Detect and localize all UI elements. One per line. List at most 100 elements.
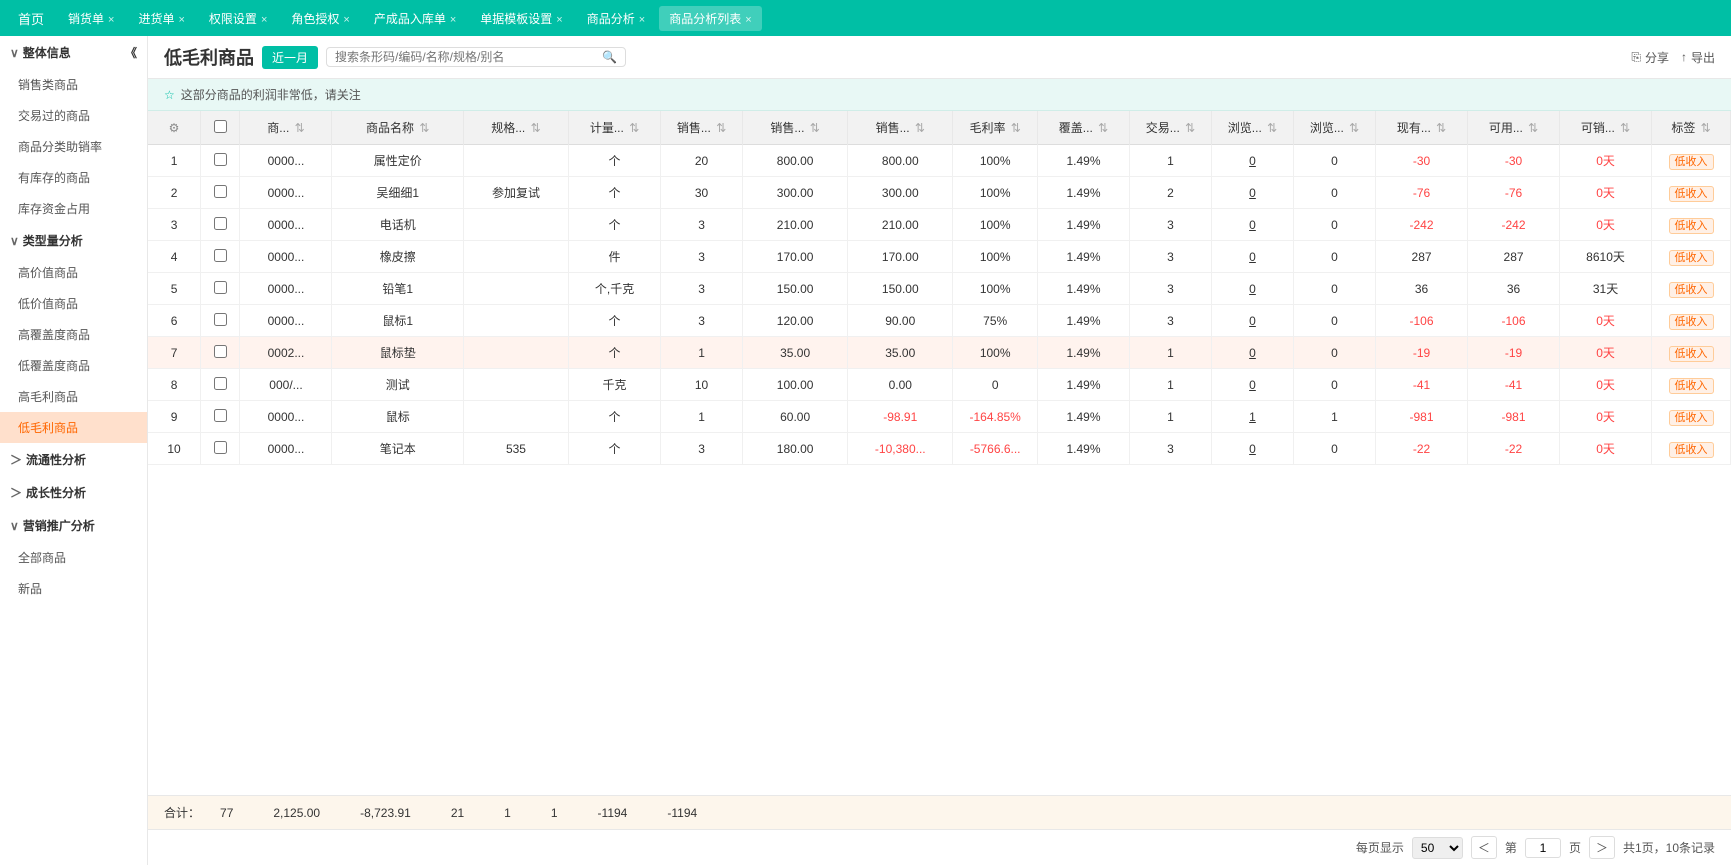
cell-stock-avail: -242 [1468,209,1560,241]
row-checkbox[interactable] [214,281,227,294]
close-permissions-icon[interactable]: × [261,14,267,26]
row-checkbox[interactable] [214,249,227,262]
share-button[interactable]: ⎘ 分享 [1631,49,1669,66]
th-stock-current[interactable]: 现有... ⇅ [1376,111,1468,145]
cell-checkbox[interactable] [201,401,240,433]
total-browse2: 1 [551,806,558,820]
cell-stock-current: -76 [1376,177,1468,209]
cell-checkbox[interactable] [201,145,240,177]
th-sales-amount[interactable]: 销售... ⇅ [848,111,953,145]
nav-product-inbound[interactable]: 产成品入库单× [364,6,466,31]
th-transactions[interactable]: 交易... ⇅ [1129,111,1211,145]
sidebar-item-low-value[interactable]: 低价值商品 [0,288,147,319]
th-sales-price[interactable]: 销售... ⇅ [743,111,848,145]
row-checkbox[interactable] [214,185,227,198]
cell-transactions: 3 [1129,305,1211,337]
cell-browse1: 0 [1212,209,1294,241]
sidebar-item-stocked-products[interactable]: 有库存的商品 [0,162,147,193]
page-input[interactable] [1525,838,1561,858]
sidebar-group-growth[interactable]: ＞ 成长性分析 [0,476,147,509]
row-checkbox[interactable] [214,217,227,230]
sidebar-item-high-value[interactable]: 高价值商品 [0,257,147,288]
cell-tag: 低收入 [1652,177,1731,209]
cell-checkbox[interactable] [201,241,240,273]
sidebar-item-high-coverage[interactable]: 高覆盖度商品 [0,319,147,350]
settings-icon[interactable]: ⚙ [169,121,180,135]
cell-checkbox[interactable] [201,337,240,369]
cell-spec [463,337,568,369]
sidebar-item-category-sales-rate[interactable]: 商品分类助销率 [0,131,147,162]
sidebar-item-new-products[interactable]: 新品 [0,573,147,604]
sidebar-item-low-coverage[interactable]: 低覆盖度商品 [0,350,147,381]
cell-browse2: 0 [1294,209,1376,241]
th-stock-avail[interactable]: 可用... ⇅ [1468,111,1560,145]
sidebar-item-traded-products[interactable]: 交易过的商品 [0,100,147,131]
row-checkbox[interactable] [214,441,227,454]
select-all-checkbox[interactable] [214,120,227,133]
close-analysis-icon[interactable]: × [639,14,645,26]
cell-browse1: 0 [1212,177,1294,209]
nav-analysis-list[interactable]: 商品分析列表× [659,6,761,31]
th-unit[interactable]: 计量... ⇅ [569,111,661,145]
th-margin-rate[interactable]: 毛利率 ⇅ [953,111,1038,145]
close-roles-icon[interactable]: × [343,14,349,26]
th-sales-qty[interactable]: 销售... ⇅ [661,111,743,145]
sidebar-item-all-products[interactable]: 全部商品 [0,542,147,573]
sidebar-item-sales-products[interactable]: 销售类商品 [0,69,147,100]
nav-analysis[interactable]: 商品分析× [577,6,655,31]
cell-checkbox[interactable] [201,209,240,241]
nav-purchase[interactable]: 进货单× [128,6,194,31]
th-name[interactable]: 商品名称 ⇅ [332,111,463,145]
th-spec[interactable]: 规格... ⇅ [463,111,568,145]
search-input[interactable] [335,50,598,64]
cell-sales-price: 300.00 [743,177,848,209]
nav-permissions[interactable]: 权限设置× [199,6,277,31]
close-purchase-icon[interactable]: × [178,14,184,26]
nav-template[interactable]: 单据模板设置× [470,6,572,31]
nav-roles[interactable]: 角色授权× [281,6,359,31]
sidebar-item-high-margin[interactable]: 高毛利商品 [0,381,147,412]
cell-checkbox[interactable] [201,369,240,401]
pagination-bar: 每页显示 50 100 200 ＜ 第 页 ＞ 共1页，10条记录 [148,829,1731,865]
close-sales-icon[interactable]: × [108,14,114,26]
cell-stock-sellable: 0天 [1560,177,1652,209]
row-checkbox[interactable] [214,153,227,166]
th-code[interactable]: 商... ⇅ [240,111,332,145]
prev-page-button[interactable]: ＜ [1471,836,1497,859]
cell-checkbox[interactable] [201,433,240,465]
sidebar-item-low-margin[interactable]: 低毛利商品 [0,412,147,443]
cell-checkbox[interactable] [201,305,240,337]
row-checkbox[interactable] [214,377,227,390]
close-product-inbound-icon[interactable]: × [450,14,456,26]
th-settings[interactable]: ⚙ [148,111,201,145]
row-checkbox[interactable] [214,409,227,422]
nav-sales[interactable]: 销货单× [58,6,124,31]
per-page-select[interactable]: 50 100 200 [1412,837,1463,859]
th-browse1[interactable]: 浏览... ⇅ [1212,111,1294,145]
cell-checkbox[interactable] [201,273,240,305]
close-analysis-list-icon[interactable]: × [745,14,751,26]
close-template-icon[interactable]: × [556,14,562,26]
th-stock-sellable[interactable]: 可销... ⇅ [1560,111,1652,145]
cell-checkbox[interactable] [201,177,240,209]
th-coverage[interactable]: 覆盖... ⇅ [1037,111,1129,145]
period-button[interactable]: 近一月 [262,46,318,69]
cell-transactions: 1 [1129,337,1211,369]
row-checkbox[interactable] [214,345,227,358]
th-tag[interactable]: 标签 ⇅ [1652,111,1731,145]
export-button[interactable]: ↑ 导出 [1681,49,1715,66]
search-icon[interactable]: 🔍 [602,50,617,64]
sidebar-group-type-analysis[interactable]: ∨ 类型量分析 [0,224,147,257]
row-checkbox[interactable] [214,313,227,326]
cell-browse2: 0 [1294,145,1376,177]
main-layout: ∨ 整体信息 《 销售类商品 交易过的商品 商品分类助销率 有库存的商品 库存资… [0,36,1731,865]
nav-home[interactable]: 首页 [8,5,54,32]
sidebar-group-circulation[interactable]: ＞ 流通性分析 [0,443,147,476]
sidebar-item-stock-capital[interactable]: 库存资金占用 [0,193,147,224]
next-page-button[interactable]: ＞ [1589,836,1615,859]
sidebar-group-marketing[interactable]: ∨ 营销推广分析 [0,509,147,542]
page-suffix: 页 [1569,839,1581,856]
collapse-sidebar-icon[interactable]: 《 [125,44,137,61]
sidebar-group-overall[interactable]: ∨ 整体信息 《 [0,36,147,69]
th-browse2[interactable]: 浏览... ⇅ [1294,111,1376,145]
